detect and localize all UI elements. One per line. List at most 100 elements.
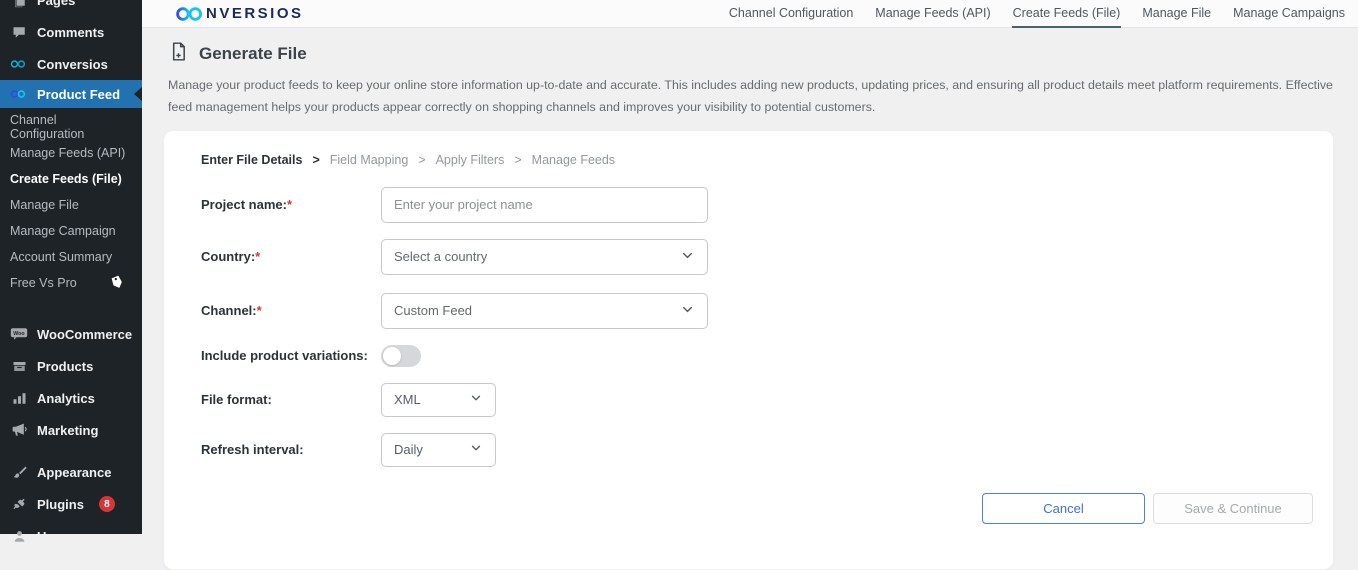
required-asterisk: *	[287, 197, 292, 212]
appearance-icon	[10, 463, 28, 481]
generate-file-card: Enter File Details > Field Mapping > App…	[163, 130, 1334, 570]
sidebar-item-products[interactable]: Products	[0, 350, 142, 382]
sidebar-item-appearance[interactable]: Appearance	[0, 456, 142, 488]
plugins-update-badge: 8	[99, 496, 115, 512]
step-separator: >	[312, 153, 319, 167]
sidebar-item-label: Pages	[37, 0, 75, 8]
sidebar-item-users[interactable]: Users	[0, 520, 142, 552]
step-separator: >	[514, 153, 521, 167]
step-separator: >	[418, 153, 425, 167]
woocommerce-icon: Woo	[10, 325, 28, 343]
logo-text: NVERSIOS	[206, 5, 304, 22]
project-name-input[interactable]	[381, 187, 708, 223]
submenu-channel-configuration[interactable]: Channel Configuration	[0, 114, 142, 140]
tab-manage-file[interactable]: Manage File	[1141, 0, 1212, 28]
submenu-account-summary[interactable]: Account Summary	[0, 244, 142, 270]
chevron-down-icon	[680, 248, 695, 266]
form-row-file-format: File format: XML	[201, 383, 1313, 417]
toggle-knob	[383, 347, 401, 365]
form-actions: Cancel Save & Continue	[201, 493, 1313, 524]
sidebar-item-label: Analytics	[37, 391, 95, 406]
submenu-create-feeds-file[interactable]: Create Feeds (File)	[0, 166, 142, 192]
channel-label: Channel:*	[201, 303, 381, 318]
conversios-logo-infinity-icon	[175, 6, 205, 22]
product-feed-submenu: Channel Configuration Manage Feeds (API)…	[0, 108, 142, 304]
pages-icon	[10, 0, 28, 9]
svg-text:Woo: Woo	[13, 331, 25, 337]
step-enter-file-details: Enter File Details	[201, 153, 302, 167]
page-description: Manage your product feeds to keep your o…	[168, 74, 1334, 119]
sidebar-item-woocommerce[interactable]: Woo WooCommerce	[0, 318, 142, 350]
menu-separator	[0, 446, 142, 456]
page-header: Generate File Manage your product feeds …	[142, 28, 1358, 119]
submenu-manage-file[interactable]: Manage File	[0, 192, 142, 218]
submenu-manage-campaign[interactable]: Manage Campaign	[0, 218, 142, 244]
active-menu-arrow	[134, 87, 142, 101]
wp-admin-sidebar: Pages Comments Conversios Product Feed C…	[0, 0, 142, 534]
required-asterisk: *	[255, 249, 260, 264]
refresh-interval-select[interactable]: Daily	[381, 433, 496, 467]
channel-select[interactable]: Custom Feed	[381, 293, 708, 329]
sidebar-item-label: Appearance	[37, 465, 111, 480]
comments-icon	[10, 23, 28, 41]
tab-channel-configuration[interactable]: Channel Configuration	[728, 0, 854, 28]
sidebar-item-pages[interactable]: Pages	[0, 0, 142, 16]
products-icon	[10, 357, 28, 375]
variations-label: Include product variations:	[201, 348, 381, 363]
sidebar-item-comments[interactable]: Comments	[0, 16, 142, 48]
include-variations-toggle[interactable]	[381, 345, 421, 367]
save-continue-button[interactable]: Save & Continue	[1153, 493, 1313, 524]
channel-select-value: Custom Feed	[394, 303, 472, 318]
country-select-value: Select a country	[394, 249, 487, 264]
sidebar-item-marketing[interactable]: Marketing	[0, 414, 142, 446]
file-format-select-value: XML	[394, 392, 421, 407]
project-name-label: Project name:*	[201, 197, 381, 212]
sidebar-item-label: Conversios	[37, 57, 108, 72]
menu-separator	[0, 304, 142, 318]
page-title: Generate File	[199, 44, 307, 64]
form-row-country: Country:* Select a country	[201, 239, 1313, 275]
country-select[interactable]: Select a country	[381, 239, 708, 275]
sidebar-item-label: WooCommerce	[37, 327, 132, 342]
step-field-mapping: Field Mapping	[330, 153, 409, 167]
tab-manage-feeds-api[interactable]: Manage Feeds (API)	[874, 0, 991, 28]
users-icon	[10, 527, 28, 545]
chevron-down-icon	[469, 391, 483, 408]
plugins-icon	[10, 495, 28, 513]
top-navigation: Channel Configuration Manage Feeds (API)…	[728, 0, 1346, 28]
sidebar-item-label: Products	[37, 359, 93, 374]
wizard-steps: Enter File Details > Field Mapping > App…	[201, 153, 1313, 167]
chevron-down-icon	[469, 441, 483, 458]
required-asterisk: *	[257, 303, 262, 318]
file-format-select[interactable]: XML	[381, 383, 496, 417]
sidebar-item-conversios[interactable]: Conversios	[0, 48, 142, 80]
sidebar-item-product-feed[interactable]: Product Feed	[0, 80, 142, 108]
sidebar-item-label: Plugins	[37, 497, 84, 512]
form-row-refresh-interval: Refresh interval: Daily	[201, 433, 1313, 467]
refresh-interval-label: Refresh interval:	[201, 442, 381, 457]
product-feed-icon	[10, 85, 28, 103]
price-tag-icon	[108, 272, 126, 295]
analytics-icon	[10, 389, 28, 407]
refresh-interval-select-value: Daily	[394, 442, 423, 457]
sidebar-item-label: Product Feed	[37, 87, 120, 102]
form-row-variations: Include product variations:	[201, 345, 1313, 367]
main-content-area: NVERSIOS Channel Configuration Manage Fe…	[142, 0, 1358, 534]
conversios-logo[interactable]: NVERSIOS	[175, 5, 304, 22]
tab-manage-campaigns[interactable]: Manage Campaigns	[1232, 0, 1346, 28]
sidebar-item-analytics[interactable]: Analytics	[0, 382, 142, 414]
conversios-icon	[10, 55, 28, 73]
step-manage-feeds: Manage Feeds	[532, 153, 615, 167]
file-plus-icon	[168, 41, 189, 67]
tab-create-feeds-file[interactable]: Create Feeds (File)	[1012, 0, 1122, 28]
submenu-manage-feeds-api[interactable]: Manage Feeds (API)	[0, 140, 142, 166]
marketing-icon	[10, 421, 28, 439]
sidebar-item-plugins[interactable]: Plugins 8	[0, 488, 142, 520]
sidebar-item-label: Marketing	[37, 423, 98, 438]
cancel-button[interactable]: Cancel	[982, 493, 1145, 524]
form-row-project-name: Project name:*	[201, 187, 1313, 223]
sidebar-item-label: Users	[37, 529, 73, 544]
submenu-free-vs-pro[interactable]: Free Vs Pro	[0, 270, 142, 296]
form-row-channel: Channel:* Custom Feed	[201, 293, 1313, 329]
plugin-header-bar: NVERSIOS Channel Configuration Manage Fe…	[142, 0, 1358, 28]
